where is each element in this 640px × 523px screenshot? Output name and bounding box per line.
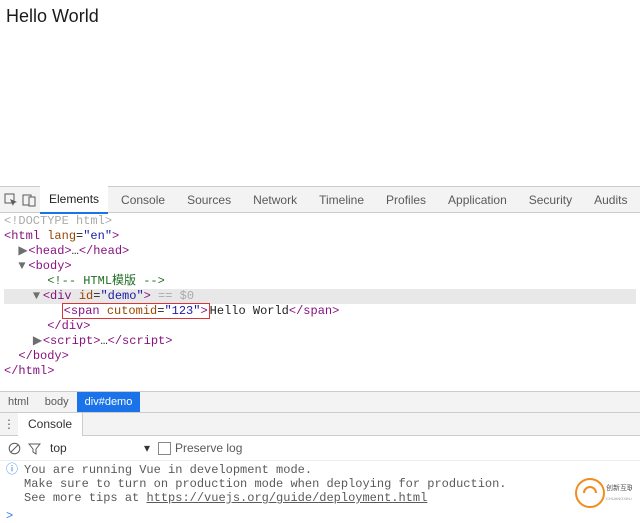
svg-text:CHUANGXIN.COM: CHUANGXIN.COM — [606, 496, 632, 501]
svg-text:创新互联: 创新互联 — [606, 483, 632, 492]
tree-body-close[interactable]: </body> — [4, 349, 636, 364]
vue-docs-link[interactable]: https://vuejs.org/guide/deployment.html — [146, 491, 427, 505]
context-select-value: top — [50, 441, 67, 455]
preserve-log-checkbox[interactable]: Preserve log — [158, 441, 242, 455]
tab-security[interactable]: Security — [520, 187, 581, 213]
checkbox-box — [158, 442, 171, 455]
device-icon[interactable] — [22, 190, 36, 210]
console-output: ⓘ You are running Vue in development mod… — [0, 461, 640, 523]
page-viewport: Hello World — [0, 0, 640, 187]
console-text: You are running Vue in development mode.… — [24, 463, 506, 505]
tree-doctype[interactable]: <!DOCTYPE html> — [4, 214, 636, 229]
drawer-tab-strip: ⋮ Console — [0, 413, 640, 436]
breadcrumb: html body div#demo — [0, 391, 640, 413]
filter-icon[interactable] — [26, 440, 42, 456]
tab-elements[interactable]: Elements — [40, 186, 108, 214]
tree-head[interactable]: ▶<head>…</head> — [4, 244, 636, 259]
devtools: Elements Console Sources Network Timelin… — [0, 187, 640, 523]
info-icon: ⓘ — [6, 463, 18, 477]
chevron-down-icon: ▾ — [144, 441, 150, 455]
crumb-body[interactable]: body — [37, 392, 77, 412]
tree-script[interactable]: ▶<script>…</script> — [4, 334, 636, 349]
console-drawer: ⋮ Console top ▾ Preserve log ⓘ You are r… — [0, 413, 640, 523]
drawer-more-icon[interactable]: ⋮ — [0, 417, 18, 431]
tab-sources[interactable]: Sources — [178, 187, 240, 213]
tab-profiles[interactable]: Profiles — [377, 187, 435, 213]
tree-div-close[interactable]: </div> — [4, 319, 636, 334]
drawer-tab-console[interactable]: Console — [18, 413, 83, 437]
tree-div-open[interactable]: ▼<div id="demo"> == $0 — [4, 289, 636, 304]
tree-body-open[interactable]: ▼<body> — [4, 259, 636, 274]
tab-network[interactable]: Network — [244, 187, 306, 213]
tab-audits[interactable]: Audits — [585, 187, 636, 213]
clear-console-icon[interactable] — [6, 440, 22, 456]
watermark-logo: 创新互联 CHUANGXIN.COM — [572, 475, 632, 511]
preserve-log-label: Preserve log — [175, 441, 242, 455]
crumb-html[interactable]: html — [0, 392, 37, 412]
console-toolbar: top ▾ Preserve log — [0, 436, 640, 461]
crumb-div-demo[interactable]: div#demo — [77, 392, 141, 412]
page-heading: Hello World — [6, 6, 634, 27]
tree-comment[interactable]: <!-- HTML模版 --> — [4, 274, 636, 289]
tab-application[interactable]: Application — [439, 187, 516, 213]
tab-console[interactable]: Console — [112, 187, 174, 213]
tree-html-open[interactable]: <html lang="en"> — [4, 229, 636, 244]
elements-tree[interactable]: <!DOCTYPE html> <html lang="en"> ▶<head>… — [0, 213, 640, 391]
tree-html-close[interactable]: </html> — [4, 364, 636, 379]
console-prompt[interactable]: > — [6, 505, 634, 523]
context-select[interactable]: top ▾ — [46, 441, 154, 455]
console-message: ⓘ You are running Vue in development mod… — [6, 463, 634, 505]
tree-span[interactable]: <span cutomid="123">Hello World</span> — [4, 304, 636, 319]
inspect-icon[interactable] — [4, 190, 18, 210]
devtools-tab-strip: Elements Console Sources Network Timelin… — [0, 187, 640, 213]
tab-timeline[interactable]: Timeline — [310, 187, 373, 213]
